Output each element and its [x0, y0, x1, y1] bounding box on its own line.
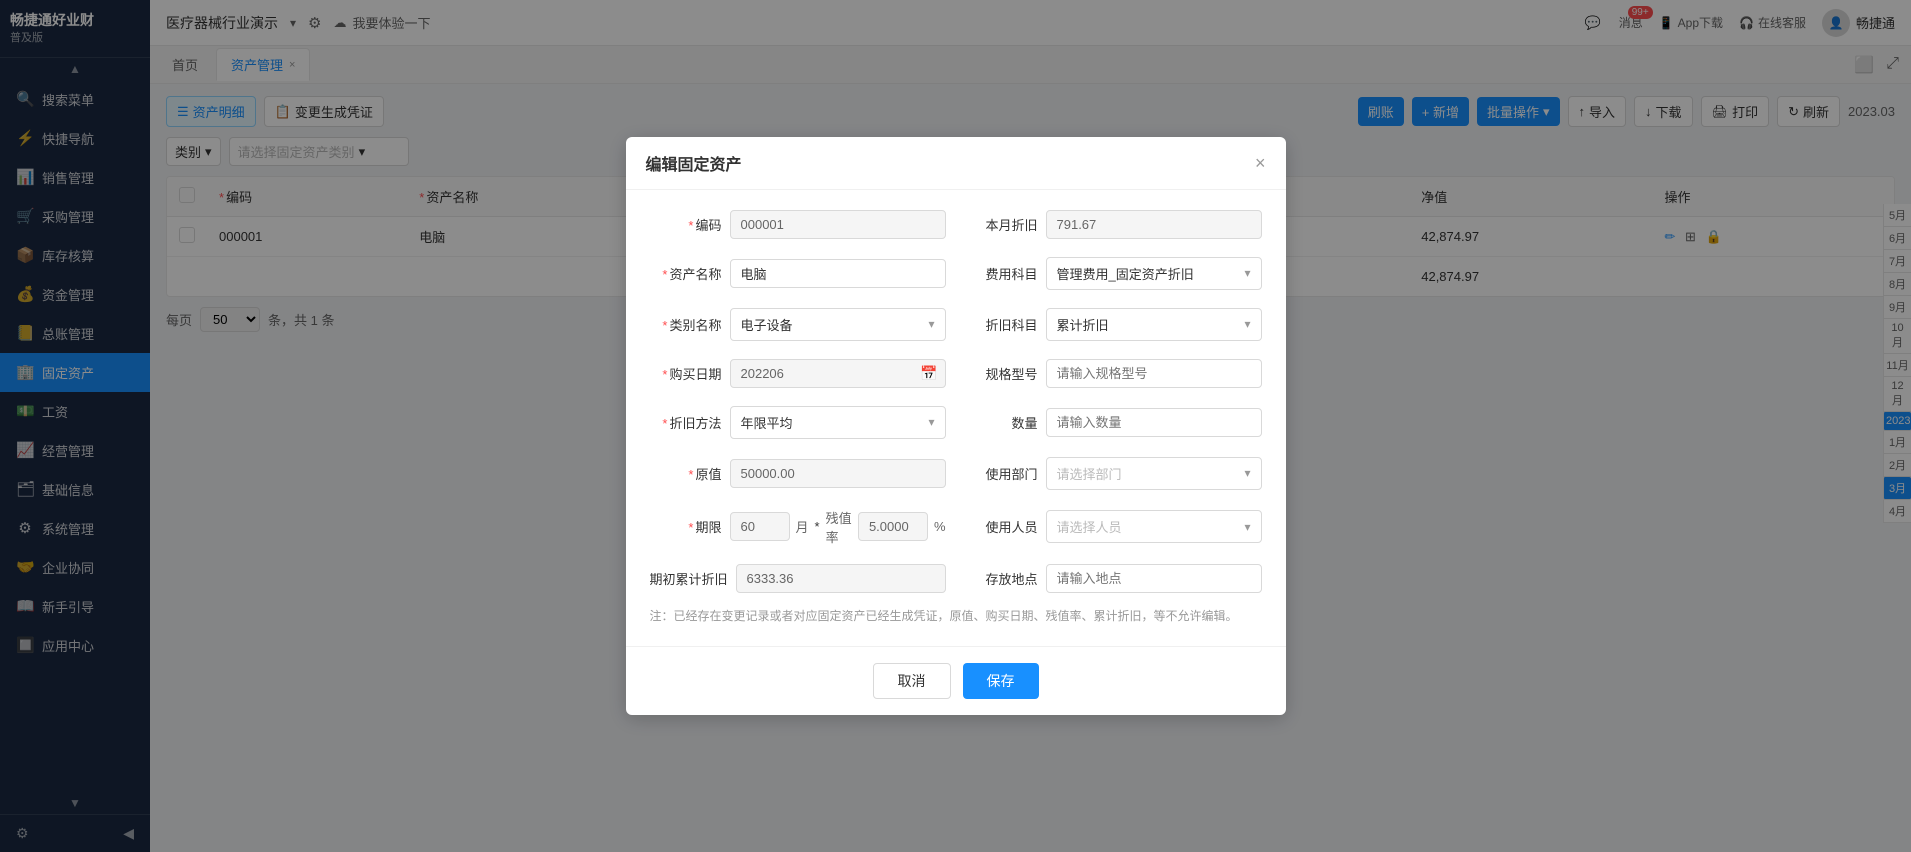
category-value: 电子设备: [741, 315, 793, 334]
category-select[interactable]: 电子设备 ▾: [730, 308, 946, 341]
residual-label: 残值率: [826, 508, 852, 546]
period-input[interactable]: [730, 512, 790, 541]
modal-note: 注：已经存在变更记录或者对应固定资产已经生成凭证，原值、购买日期、残值率、累计折…: [650, 607, 1262, 626]
form-item-name: *资产名称: [650, 257, 946, 290]
expense-subject-select[interactable]: 管理费用_固定资产折旧 ▾: [1046, 257, 1262, 290]
modal-form: *编码 本月折旧 *资产名称: [650, 210, 1262, 593]
code-label: *编码: [650, 215, 722, 234]
modal-close-btn[interactable]: ×: [1255, 154, 1266, 172]
expense-subject-value: 管理费用_固定资产折旧: [1057, 264, 1194, 283]
form-item-init-dep: 期初累计折旧: [650, 564, 946, 593]
form-item-quantity: 数量: [966, 406, 1262, 439]
dept-arrow: ▾: [1244, 466, 1250, 480]
spec-label: 规格型号: [966, 364, 1038, 383]
dep-method-arrow: ▾: [928, 415, 934, 429]
spec-input[interactable]: [1046, 359, 1262, 388]
month-dep-label: 本月折旧: [966, 215, 1038, 234]
modal-footer: 取消 保存: [626, 646, 1286, 715]
user-placeholder: 请选择人员: [1057, 517, 1122, 536]
period-unit: 月: [796, 517, 809, 536]
residual-input[interactable]: [858, 512, 928, 541]
dept-label: 使用部门: [966, 464, 1038, 483]
location-label: 存放地点: [966, 569, 1038, 588]
original-input[interactable]: [730, 459, 946, 488]
form-item-dept: 使用部门 请选择部门 ▾: [966, 457, 1262, 490]
form-item-dep-subject: 折旧科目 累计折旧 ▾: [966, 308, 1262, 341]
expense-subject-arrow: ▾: [1244, 266, 1250, 280]
dep-subject-select[interactable]: 累计折旧 ▾: [1046, 308, 1262, 341]
init-dep-label: 期初累计折旧: [650, 569, 728, 588]
form-item-month-dep: 本月折旧: [966, 210, 1262, 239]
dep-method-label: *折旧方法: [650, 413, 722, 432]
purchase-date-wrap: 📅: [730, 359, 946, 388]
period-residual-wrap: 月 * 残值率 %: [730, 508, 946, 546]
dep-method-select[interactable]: 年限平均 ▾: [730, 406, 946, 439]
form-item-location: 存放地点: [966, 564, 1262, 593]
quantity-label: 数量: [966, 413, 1038, 432]
residual-unit: %: [934, 519, 946, 534]
modal-header: 编辑固定资产 ×: [626, 137, 1286, 190]
form-item-category: *类别名称 电子设备 ▾: [650, 308, 946, 341]
user-arrow: ▾: [1244, 520, 1250, 534]
form-item-dep-method: *折旧方法 年限平均 ▾: [650, 406, 946, 439]
code-input[interactable]: [730, 210, 946, 239]
form-item-spec: 规格型号: [966, 359, 1262, 388]
period-label: *期限: [650, 517, 722, 536]
form-item-original: *原值: [650, 457, 946, 490]
edit-asset-modal: 编辑固定资产 × *编码 本月折旧: [626, 137, 1286, 715]
init-dep-input: [736, 564, 946, 593]
cancel-button[interactable]: 取消: [873, 663, 951, 699]
location-input[interactable]: [1046, 564, 1262, 593]
name-label: *资产名称: [650, 264, 722, 283]
form-item-user: 使用人员 请选择人员 ▾: [966, 508, 1262, 546]
month-dep-input: [1046, 210, 1262, 239]
dept-select[interactable]: 请选择部门 ▾: [1046, 457, 1262, 490]
dept-placeholder: 请选择部门: [1057, 464, 1122, 483]
user-select[interactable]: 请选择人员 ▾: [1046, 510, 1262, 543]
quantity-input[interactable]: [1046, 408, 1262, 437]
user-label: 使用人员: [966, 517, 1038, 536]
category-label: *类别名称: [650, 315, 722, 334]
original-label: *原值: [650, 464, 722, 483]
dep-subject-label: 折旧科目: [966, 315, 1038, 334]
modal-body: *编码 本月折旧 *资产名称: [626, 190, 1286, 646]
form-item-period: *期限 月 * 残值率 %: [650, 508, 946, 546]
form-item-expense-subject: 费用科目 管理费用_固定资产折旧 ▾: [966, 257, 1262, 290]
form-item-code: *编码: [650, 210, 946, 239]
dep-subject-arrow: ▾: [1244, 317, 1250, 331]
modal-title: 编辑固定资产: [646, 151, 742, 175]
category-arrow: ▾: [928, 317, 934, 331]
purchase-date-label: *购买日期: [650, 364, 722, 383]
purchase-date-input[interactable]: [730, 359, 946, 388]
expense-subject-label: 费用科目: [966, 264, 1038, 283]
form-item-purchase-date: *购买日期 📅: [650, 359, 946, 388]
dep-subject-value: 累计折旧: [1057, 315, 1109, 334]
name-input[interactable]: [730, 259, 946, 288]
save-button[interactable]: 保存: [963, 663, 1039, 699]
modal-overlay: 编辑固定资产 × *编码 本月折旧: [0, 0, 1911, 852]
residual-req: *: [815, 519, 820, 534]
calendar-icon[interactable]: 📅: [920, 365, 937, 382]
dep-method-value: 年限平均: [741, 413, 793, 432]
